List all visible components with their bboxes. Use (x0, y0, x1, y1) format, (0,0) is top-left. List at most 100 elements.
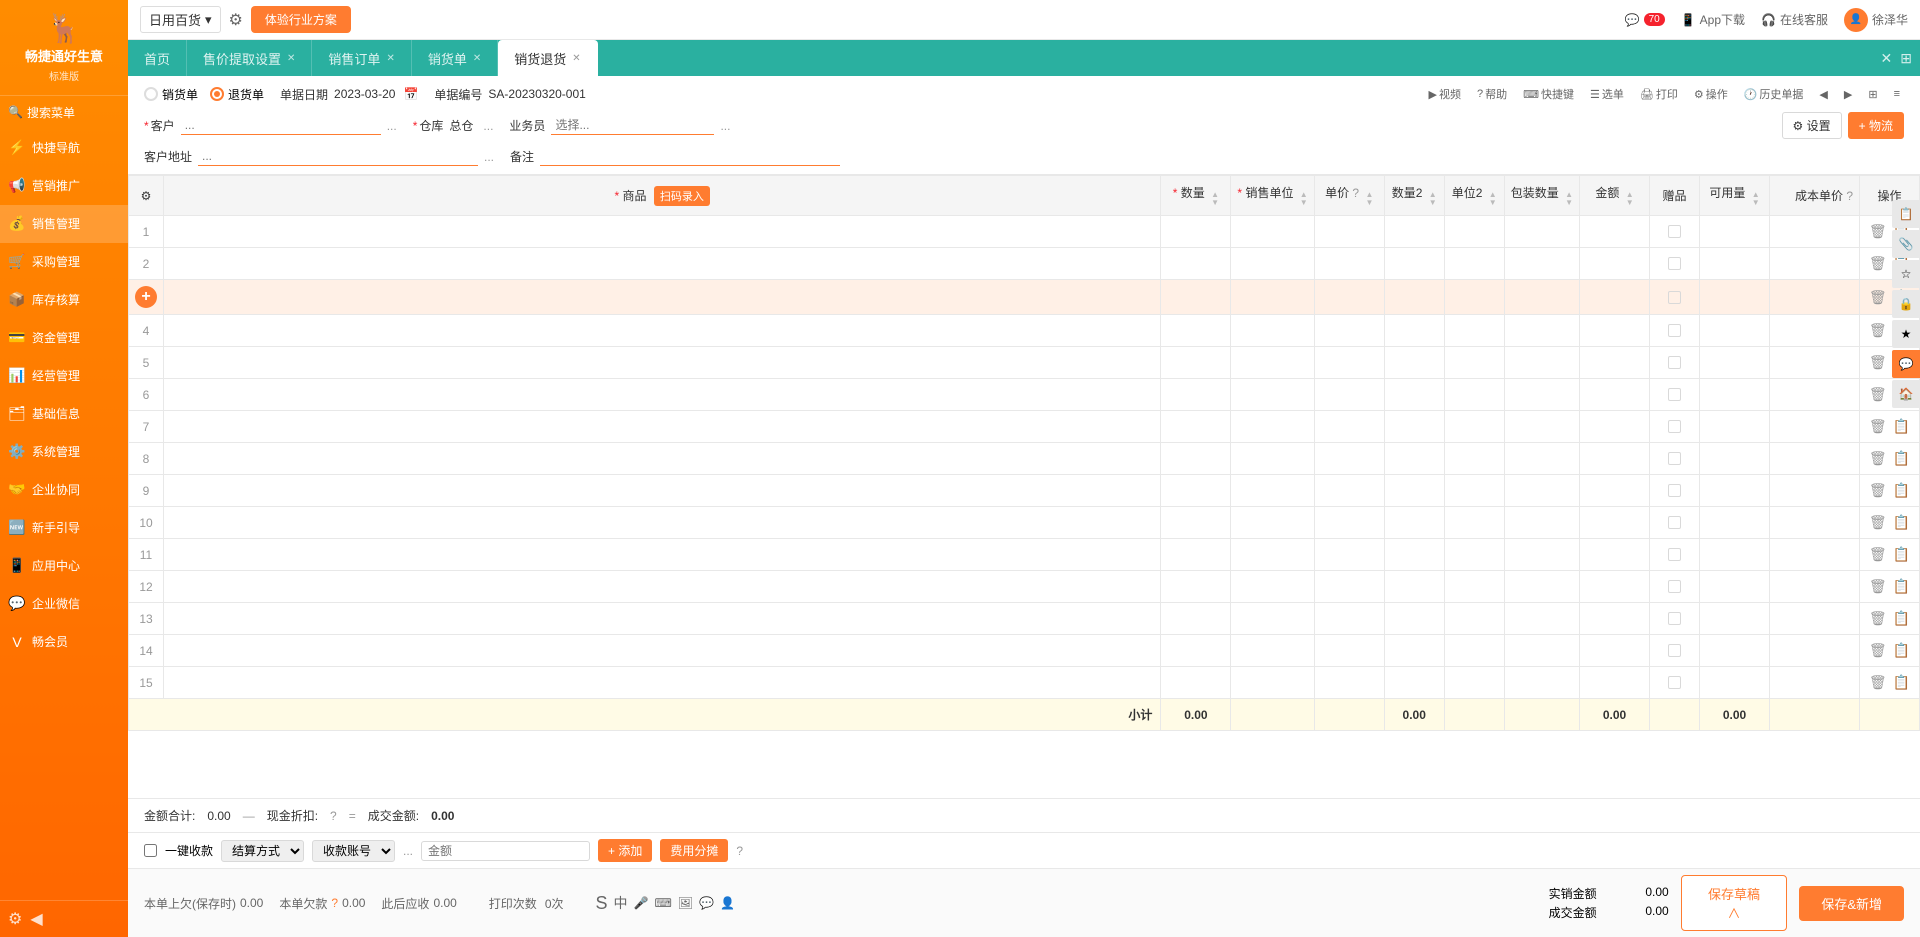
delete-icon-1[interactable]: 🗑 (1869, 223, 1887, 240)
delete-icon-9[interactable]: 🗑 (1869, 482, 1887, 499)
gift-cell-1[interactable] (1650, 216, 1700, 248)
list-view-btn[interactable]: ≡ (1890, 86, 1904, 102)
last-owe-icon[interactable]: ? (331, 896, 338, 910)
header-settings-icon[interactable]: ⚙ (229, 10, 243, 30)
shortcut-btn[interactable]: ⌨ 快捷键 (1519, 84, 1578, 104)
delete-icon-15[interactable]: 🗑 (1869, 674, 1887, 691)
unit-price-cell-11[interactable] (1314, 539, 1384, 571)
pkg-qty-cell-10[interactable] (1504, 507, 1579, 539)
pkg-qty-cell-14[interactable] (1504, 635, 1579, 667)
product-cell-5[interactable] (164, 347, 1161, 379)
sidebar-settings-btn[interactable]: ⚙ (8, 909, 22, 929)
video-btn[interactable]: ▶ 视频 (1425, 84, 1465, 104)
qty2-cell-11[interactable] (1384, 539, 1444, 571)
gift-checkbox-13[interactable] (1668, 612, 1681, 625)
user-info[interactable]: 👤 徐泽华 (1844, 8, 1908, 32)
gift-cell-5[interactable] (1650, 347, 1700, 379)
save-new-button[interactable]: 保存&新增 (1799, 886, 1904, 921)
nav-select[interactable]: 日用百货 ▾ (140, 6, 221, 33)
qty2-cell-15[interactable] (1384, 667, 1444, 699)
available-cell-7[interactable] (1700, 411, 1770, 443)
product-cell-1[interactable] (164, 216, 1161, 248)
available-cell-13[interactable] (1700, 603, 1770, 635)
operation-btn[interactable]: ⚙ 操作 (1690, 84, 1732, 104)
sale-unit-cell-2[interactable] (1231, 248, 1314, 280)
warehouse-more-btn[interactable]: ... (483, 119, 493, 133)
sidebar-search[interactable]: 🔍 搜索菜单 (0, 96, 128, 129)
unit-price-cell-3[interactable] (1314, 280, 1384, 315)
unit2-cell-4[interactable] (1444, 315, 1504, 347)
quantity-cell-12[interactable] (1161, 571, 1231, 603)
amount-cell-15[interactable] (1580, 667, 1650, 699)
available-cell-15[interactable] (1700, 667, 1770, 699)
unit2-cell-5[interactable] (1444, 347, 1504, 379)
pkg-qty-cell-4[interactable] (1504, 315, 1579, 347)
sidebar-item-marketing[interactable]: 📢 营销推广 (0, 167, 128, 205)
unit2-cell-14[interactable] (1444, 635, 1504, 667)
unit-price-help-icon[interactable]: ? (1352, 186, 1359, 200)
unit2-cell-3[interactable] (1444, 280, 1504, 315)
sidebar-item-system[interactable]: ⚙️ 系统管理 (0, 433, 128, 471)
product-cell-14[interactable] (164, 635, 1161, 667)
pkg-qty-cell-15[interactable] (1504, 667, 1579, 699)
experience-button[interactable]: 体验行业方案 (251, 6, 351, 33)
available-cell-14[interactable] (1700, 635, 1770, 667)
sale-unit-cell-4[interactable] (1231, 315, 1314, 347)
quantity-cell-7[interactable] (1161, 411, 1231, 443)
sale-unit-cell-14[interactable] (1231, 635, 1314, 667)
amount-cell-2[interactable] (1580, 248, 1650, 280)
tab-sale-order[interactable]: 销售订单 ✕ (312, 40, 411, 76)
copy-icon-13[interactable]: 📋 (1893, 610, 1910, 627)
copy-icon-12[interactable]: 📋 (1893, 578, 1910, 595)
qty2-cell-12[interactable] (1384, 571, 1444, 603)
discount-help-icon[interactable]: ? (330, 809, 337, 823)
unit-price-cell-4[interactable] (1314, 315, 1384, 347)
add-row-btn[interactable]: + (135, 286, 157, 308)
salesperson-input[interactable] (551, 116, 714, 135)
unit-price-cell-7[interactable] (1314, 411, 1384, 443)
delete-icon-12[interactable]: 🗑 (1869, 578, 1887, 595)
available-cell-9[interactable] (1700, 475, 1770, 507)
qty2-cell-14[interactable] (1384, 635, 1444, 667)
pkg-qty-cell-11[interactable] (1504, 539, 1579, 571)
unit-price-cell-10[interactable] (1314, 507, 1384, 539)
sidebar-item-inventory[interactable]: 📦 库存核算 (0, 281, 128, 319)
quantity-cell-9[interactable] (1161, 475, 1231, 507)
chat-icon[interactable]: 💬 (699, 896, 714, 910)
unit2-cell-9[interactable] (1444, 475, 1504, 507)
app-download-item[interactable]: 📱 App下载 (1681, 11, 1745, 28)
copy-icon-15[interactable]: 📋 (1893, 674, 1910, 691)
gift-checkbox-10[interactable] (1668, 516, 1681, 529)
unit-price-cell-1[interactable] (1314, 216, 1384, 248)
sale-unit-cell-7[interactable] (1231, 411, 1314, 443)
sale-unit-cell-6[interactable] (1231, 379, 1314, 411)
quantity-cell-4[interactable] (1161, 315, 1231, 347)
copy-icon-9[interactable]: 📋 (1893, 482, 1910, 499)
quantity-cell-13[interactable] (1161, 603, 1231, 635)
address-more-btn[interactable]: ... (484, 150, 494, 164)
gift-cell-4[interactable] (1650, 315, 1700, 347)
pkg-qty-cell-8[interactable] (1504, 443, 1579, 475)
amount-cell-9[interactable] (1580, 475, 1650, 507)
gift-checkbox-6[interactable] (1668, 388, 1681, 401)
unit2-cell-8[interactable] (1444, 443, 1504, 475)
salesperson-more-btn[interactable]: ... (720, 119, 730, 133)
amount-input[interactable] (421, 841, 590, 861)
unit2-cell-2[interactable] (1444, 248, 1504, 280)
settings-action-btn[interactable]: ⚙ 设置 (1782, 112, 1842, 139)
amount-cell-7[interactable] (1580, 411, 1650, 443)
product-cell-6[interactable] (164, 379, 1161, 411)
unit2-cell-13[interactable] (1444, 603, 1504, 635)
unit-price-cell-2[interactable] (1314, 248, 1384, 280)
qty2-cell-4[interactable] (1384, 315, 1444, 347)
amount-cell-12[interactable] (1580, 571, 1650, 603)
qty2-cell-8[interactable] (1384, 443, 1444, 475)
gift-cell-3[interactable] (1650, 280, 1700, 315)
qty2-cell-2[interactable] (1384, 248, 1444, 280)
notification-item[interactable]: 💬 70 (1625, 13, 1665, 27)
amount-cell-3[interactable] (1580, 280, 1650, 315)
right-panel-btn-3[interactable]: ☆ (1892, 260, 1920, 288)
table-settings-icon[interactable]: ⚙ (141, 189, 152, 203)
available-cell-12[interactable] (1700, 571, 1770, 603)
product-cell-2[interactable] (164, 248, 1161, 280)
